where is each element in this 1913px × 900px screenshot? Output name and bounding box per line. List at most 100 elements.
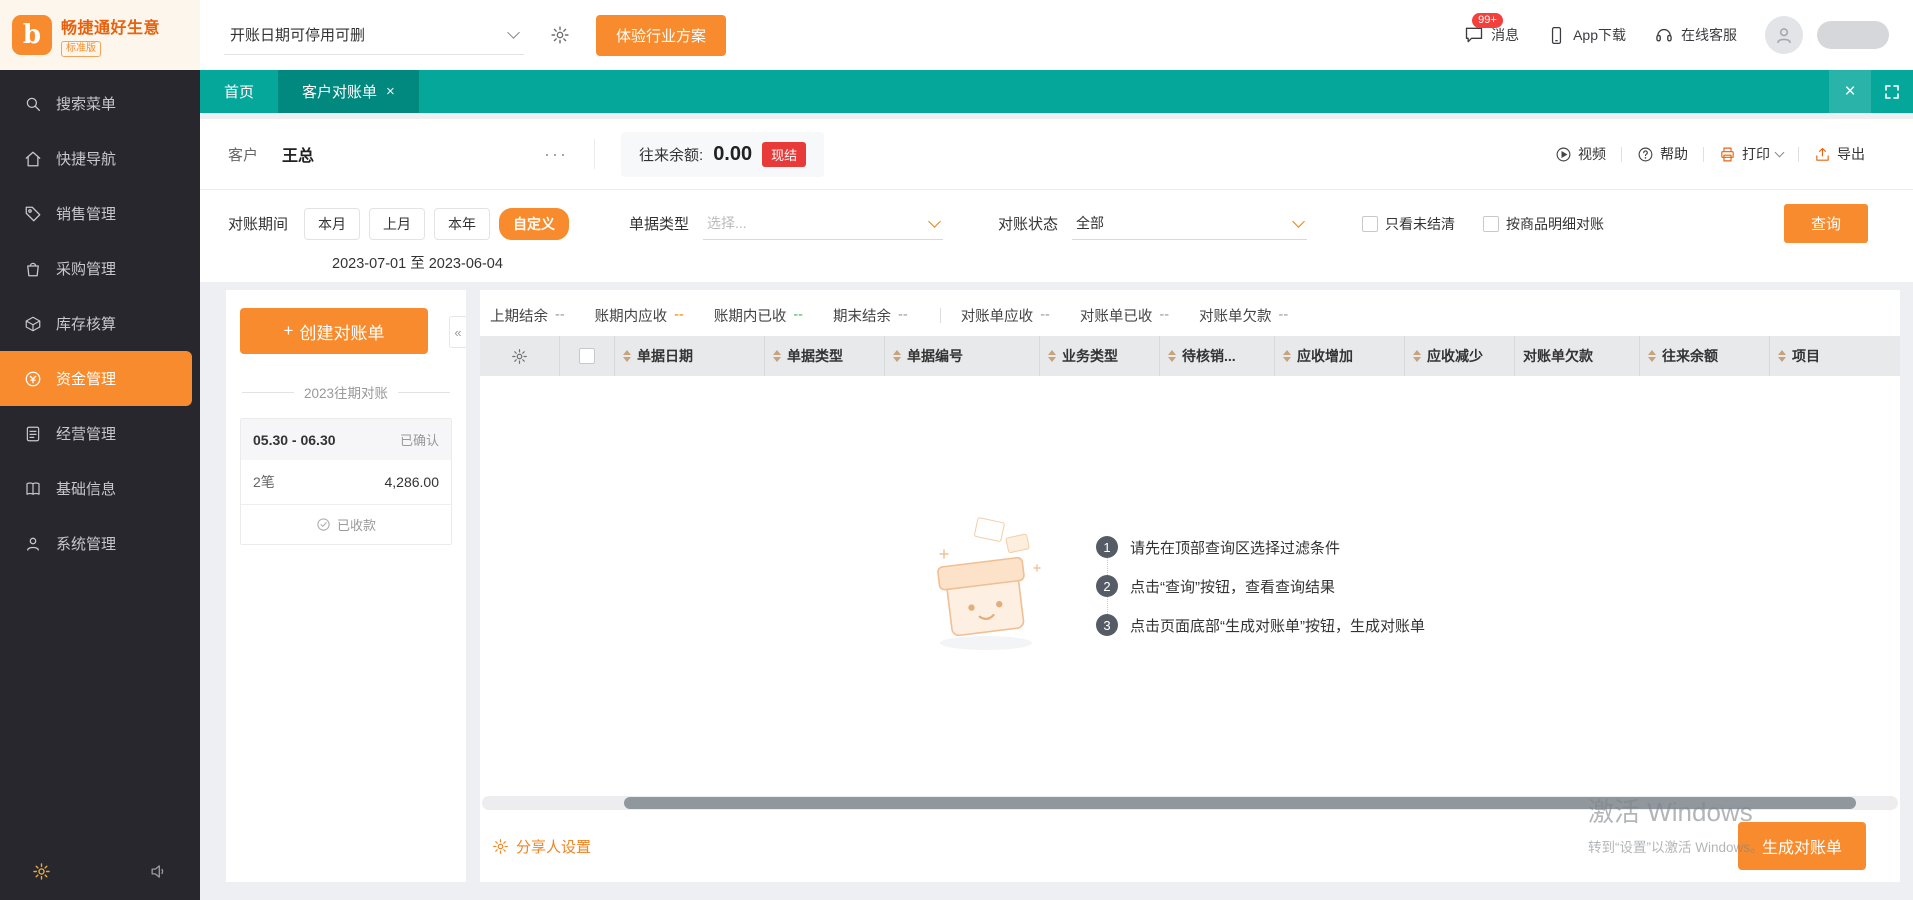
- doc-type-select[interactable]: 选择...: [703, 207, 944, 240]
- guide-step: 3 点击页面底部“生成对账单”按钮，生成对账单: [1096, 614, 1425, 636]
- online-service-button[interactable]: 在线客服: [1654, 25, 1737, 45]
- summary-value: --: [793, 307, 804, 323]
- sidebar-item-label: 采购管理: [56, 261, 117, 278]
- date-range-value[interactable]: 2023-07-01 至 2023-06-04: [332, 252, 1868, 273]
- sidebar-bottom: [0, 842, 200, 900]
- tab-close-icon[interactable]: ×: [386, 84, 395, 99]
- username-area[interactable]: [1817, 21, 1889, 49]
- account-period-select[interactable]: 开账日期可停用可删: [224, 15, 524, 55]
- sidebar: b 畅捷通好生意 标准版 搜索菜单 快捷导航 销售管理 采购管理 库存核算 资金…: [0, 0, 200, 900]
- checkbox-icon[interactable]: [1483, 215, 1500, 232]
- share-settings-button[interactable]: 分享人设置: [492, 836, 591, 857]
- select-all-checkbox[interactable]: [579, 348, 595, 364]
- chevron-down-icon: [1292, 214, 1305, 228]
- chevron-down-icon: [928, 214, 941, 228]
- balance-label: 往来余额:: [639, 146, 704, 164]
- column-receivable-decrease[interactable]: 应收减少: [1405, 336, 1515, 376]
- sidebar-item-basic-info[interactable]: 基础信息: [0, 461, 200, 516]
- volume-icon[interactable]: [149, 862, 168, 881]
- sales-icon: [25, 206, 41, 221]
- divider: [939, 307, 941, 323]
- sidebar-item-label: 系统管理: [56, 536, 117, 553]
- sidebar-item-label: 经营管理: [56, 426, 117, 443]
- messages-button[interactable]: 99+ 消息: [1464, 13, 1519, 45]
- checkbox-icon[interactable]: [1362, 215, 1379, 232]
- sidebar-item-purchase[interactable]: 采购管理: [0, 241, 200, 296]
- horizontal-scrollbar-thumb[interactable]: [623, 797, 1856, 809]
- statement-received: 已收款: [241, 504, 451, 544]
- customer-label: 客户: [228, 146, 259, 164]
- period-custom[interactable]: 自定义: [499, 207, 570, 240]
- tab-bar: 首页 客户对账单 × ×: [200, 70, 1913, 113]
- sidebar-item-operations[interactable]: 经营管理: [0, 406, 200, 461]
- sidebar-item-search-menu[interactable]: 搜索菜单: [0, 76, 200, 131]
- statement-amount: 4,286.00: [384, 474, 440, 490]
- period-this-month[interactable]: 本月: [304, 207, 361, 240]
- sort-icon: [893, 350, 901, 362]
- unsettled-checkbox[interactable]: 只看未结清: [1362, 214, 1455, 234]
- statement-list-item[interactable]: 05.30 - 06.30 已确认 2笔 4,286.00 已收款: [240, 418, 452, 545]
- more-icon[interactable]: ···: [544, 144, 568, 165]
- sidebar-menu: 搜索菜单 快捷导航 销售管理 采购管理 库存核算 资金管理 经营管理 基础信息: [0, 70, 200, 571]
- empty-state: 1 请先在顶部查询区选择过滤条件 2 点击“查询”按钮，查看查询结果 3 点击页…: [480, 376, 1900, 796]
- topbar-gear-icon[interactable]: [550, 25, 570, 45]
- sort-icon: [1413, 350, 1421, 362]
- chevron-down-icon: [507, 26, 520, 39]
- export-icon: [1816, 147, 1829, 161]
- headset-icon: [1656, 28, 1672, 42]
- period-last-month[interactable]: 上月: [369, 207, 426, 240]
- sidebar-item-funds[interactable]: 资金管理: [0, 351, 192, 406]
- message-count-badge: 99+: [1472, 13, 1503, 28]
- status-value: 全部: [1076, 215, 1105, 231]
- user-avatar[interactable]: [1765, 16, 1803, 54]
- brand-logo-icon: b: [12, 15, 52, 55]
- search-button[interactable]: 查询: [1783, 204, 1868, 243]
- collapse-panel-icon[interactable]: «: [449, 316, 466, 348]
- book-icon: [26, 481, 40, 495]
- create-statement-button[interactable]: + 创建对账单: [240, 308, 428, 354]
- sidebar-item-system[interactable]: 系统管理: [0, 516, 200, 571]
- status-select[interactable]: 全部: [1072, 207, 1308, 240]
- column-doc-type[interactable]: 单据类型: [765, 336, 885, 376]
- video-button[interactable]: 视频: [1540, 144, 1621, 164]
- app-download-button[interactable]: App下载: [1547, 25, 1626, 45]
- period-label: 对账期间: [228, 216, 289, 233]
- settings-gear-icon[interactable]: [32, 862, 51, 881]
- column-business-type[interactable]: 业务类型: [1040, 336, 1160, 376]
- column-doc-date[interactable]: 单据日期: [615, 336, 765, 376]
- column-current-balance[interactable]: 往来余额: [1640, 336, 1770, 376]
- page-header: 客户 王总 ··· 往来余额: 0.00 现结 视频 帮助 打印 导出: [200, 119, 1913, 189]
- sidebar-item-sales[interactable]: 销售管理: [0, 186, 200, 241]
- topbar: 开账日期可停用可删 体验行业方案 99+ 消息 App下载 在线客服: [200, 0, 1913, 70]
- column-project[interactable]: 项目: [1770, 336, 1900, 376]
- select-all-cell: [560, 336, 615, 376]
- doc-type-placeholder: 选择...: [707, 215, 747, 231]
- column-pending[interactable]: 待核销...: [1160, 336, 1275, 376]
- period-this-year[interactable]: 本年: [434, 207, 491, 240]
- system-user-icon: [27, 537, 39, 551]
- tab-home[interactable]: 首页: [200, 70, 278, 113]
- tab-customer-statement[interactable]: 客户对账单 ×: [278, 70, 419, 113]
- person-icon: [1777, 28, 1791, 44]
- fullscreen-icon[interactable]: [1871, 70, 1913, 113]
- print-button[interactable]: 打印: [1704, 144, 1798, 164]
- column-doc-number[interactable]: 单据编号: [885, 336, 1040, 376]
- sidebar-item-quick-nav[interactable]: 快捷导航: [0, 131, 200, 186]
- summary-row: 上期结余 -- 账期内应收 -- 账期内已收 -- 期末结余 -- 对账单应收 -- 对账…: [490, 307, 1289, 325]
- column-statement-arrears[interactable]: 对账单欠款: [1515, 336, 1640, 376]
- sidebar-item-inventory[interactable]: 库存核算: [0, 296, 200, 351]
- export-button[interactable]: 导出: [1799, 144, 1880, 164]
- detail-checkbox[interactable]: 按商品明细对账: [1483, 214, 1604, 234]
- search-icon: [26, 97, 41, 111]
- statement-status: 已确认: [399, 433, 439, 448]
- close-all-tabs-icon[interactable]: ×: [1829, 70, 1871, 113]
- share-gear-icon: [493, 838, 508, 854]
- generate-statement-button[interactable]: 生成对账单: [1737, 822, 1866, 870]
- operations-doc-icon: [26, 426, 40, 441]
- printer-icon: [1721, 147, 1734, 161]
- help-button[interactable]: 帮助: [1622, 144, 1703, 164]
- industry-solution-button[interactable]: 体验行业方案: [596, 14, 727, 56]
- column-receivable-increase[interactable]: 应收增加: [1275, 336, 1405, 376]
- chevron-down-icon: [1774, 147, 1785, 157]
- column-settings-button[interactable]: [480, 336, 560, 376]
